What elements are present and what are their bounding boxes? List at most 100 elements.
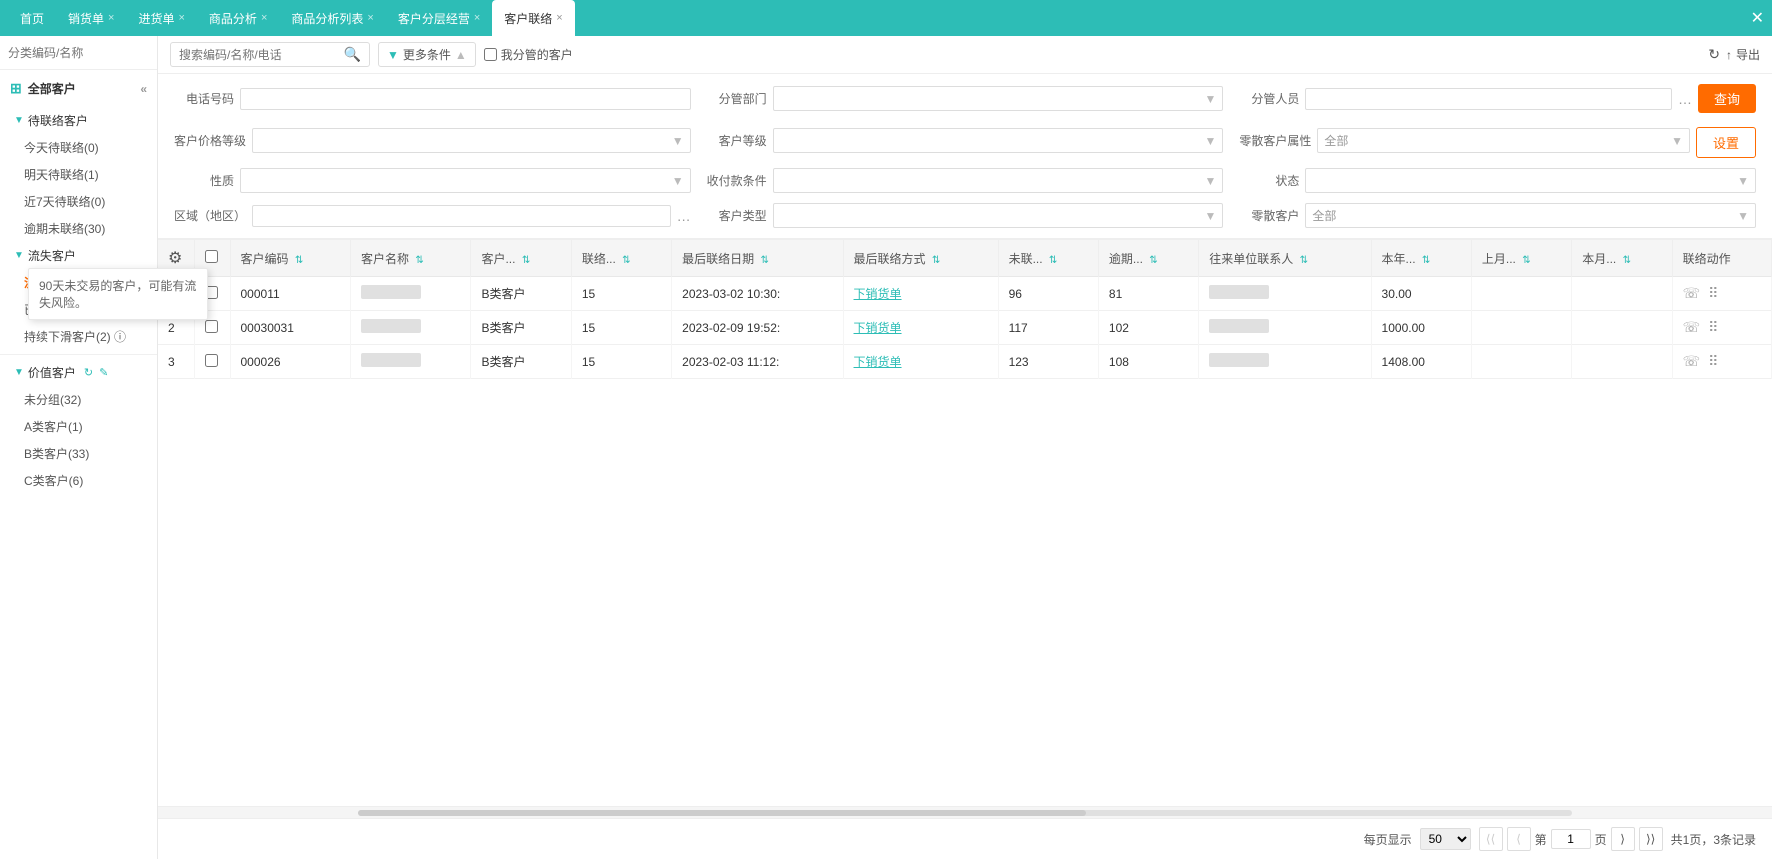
payment-select[interactable]: ▼ — [773, 168, 1224, 193]
sort-name-icon[interactable]: ⇅ — [415, 255, 423, 266]
toolbar-search-icon[interactable]: 🔍 — [344, 46, 361, 63]
page-input[interactable] — [1551, 829, 1591, 849]
nav-tab-analysis[interactable]: 商品分析 × — [197, 0, 279, 36]
filter-button[interactable]: ▼ 更多条件 ▲ — [378, 42, 476, 67]
last-page-button[interactable]: ⟩⟩ — [1639, 827, 1663, 851]
dept-select[interactable]: ▼ — [773, 86, 1224, 111]
customer-level-select[interactable]: ▼ — [773, 128, 1224, 153]
retail-attr-select[interactable]: 全部 ▼ — [1317, 128, 1690, 153]
nav-tab-customer-contact[interactable]: 客户联络 × — [492, 0, 574, 36]
sort-no-contact-icon[interactable]: ⇅ — [1049, 255, 1057, 266]
sort-type-icon[interactable]: ⇅ — [522, 255, 530, 266]
my-customers-checkbox[interactable] — [484, 48, 497, 61]
horizontal-scrollbar[interactable] — [158, 806, 1772, 818]
close-analysis-list-icon[interactable]: × — [367, 12, 373, 24]
sort-code-icon[interactable]: ⇅ — [295, 255, 303, 266]
sidebar-item-c-class[interactable]: C类客户(6) — [0, 467, 157, 494]
close-all-button[interactable]: ✕ — [1751, 8, 1764, 28]
content-area: 🔍 ▼ 更多条件 ▲ 我分管的客户 ↻ ↑ 导出 — [158, 36, 1772, 859]
row3-checkbox-input[interactable] — [205, 354, 218, 367]
edit-value-icon[interactable]: ✎ — [99, 366, 108, 379]
region-dots-icon[interactable]: … — [677, 208, 691, 224]
row2-name — [350, 311, 470, 345]
row1-name — [350, 277, 470, 311]
sidebar-item-week[interactable]: 近7天待联络(0) — [0, 188, 157, 215]
nav-tab-purchase[interactable]: 进货单 × — [126, 0, 196, 36]
row1-type: B类客户 — [471, 277, 571, 311]
next-page-button[interactable]: ⟩ — [1611, 827, 1635, 851]
person-dots-icon[interactable]: … — [1678, 91, 1692, 107]
export-button[interactable]: ↑ 导出 — [1726, 46, 1760, 63]
nature-select[interactable]: ▼ — [240, 168, 691, 193]
table-settings-gear-icon[interactable]: ⚙ — [168, 250, 182, 267]
sort-last-method-icon[interactable]: ⇅ — [932, 255, 940, 266]
search-input[interactable] — [179, 48, 338, 62]
sidebar-group-pending[interactable]: ▼ 待联络客户 — [0, 107, 157, 134]
customer-type-select[interactable]: ▼ — [773, 203, 1224, 228]
sidebar-group-churn[interactable]: ▼ 流失客户 — [0, 242, 157, 269]
row2-last-method: 下销货单 — [843, 311, 998, 345]
close-analysis-icon[interactable]: × — [261, 12, 267, 24]
region-input[interactable] — [252, 205, 671, 227]
my-customers-checkbox-label[interactable]: 我分管的客户 — [484, 46, 573, 63]
row3-more-icon[interactable]: ⠿ — [1708, 353, 1718, 370]
settings-button[interactable]: 设置 — [1696, 127, 1756, 158]
close-customer-segment-icon[interactable]: × — [474, 12, 480, 24]
status-select[interactable]: ▼ — [1305, 168, 1756, 193]
first-page-button[interactable]: ⟨⟨ — [1479, 827, 1503, 851]
table-header-row: ⚙ 客户编码 ⇅ 客户名称 ⇅ 客户... ⇅ 联络... ⇅ 最后联络日期 ⇅… — [158, 240, 1772, 277]
all-customers-header[interactable]: ⊞ 全部客户 « — [0, 74, 157, 103]
sidebar-item-overdue-contact[interactable]: 逾期未联络(30) — [0, 215, 157, 242]
sidebar-search-input[interactable] — [8, 46, 158, 60]
close-customer-contact-icon[interactable]: × — [556, 12, 562, 24]
person-input[interactable] — [1305, 88, 1672, 110]
sidebar-item-tomorrow[interactable]: 明天待联络(1) — [0, 161, 157, 188]
row3-last-method: 下销货单 — [843, 345, 998, 379]
row1-no-contact: 96 — [998, 277, 1098, 311]
query-button[interactable]: 查询 — [1698, 84, 1756, 113]
prev-page-button[interactable]: ⟨ — [1507, 827, 1531, 851]
row3-this-year: 1408.00 — [1371, 345, 1471, 379]
per-page-select[interactable]: 50 10 20 100 — [1420, 828, 1471, 850]
sort-contact-icon[interactable]: ⇅ — [622, 255, 630, 266]
price-level-arrow-icon: ▼ — [672, 134, 684, 148]
select-all-checkbox[interactable] — [205, 250, 218, 263]
row3-method-link[interactable]: 下销货单 — [854, 355, 902, 369]
row1-contact-icon[interactable]: ☏ — [1683, 285, 1701, 302]
row2-checkbox-input[interactable] — [205, 320, 218, 333]
close-sales-icon[interactable]: × — [108, 12, 114, 24]
sidebar-group-value[interactable]: ▼ 价值客户 ↻ ✎ — [0, 359, 157, 386]
row2-more-icon[interactable]: ⠿ — [1708, 319, 1718, 336]
close-purchase-icon[interactable]: × — [178, 12, 184, 24]
nav-tab-customer-segment[interactable]: 客户分层经营 × — [386, 0, 492, 36]
scrollbar-track — [358, 810, 1572, 816]
sidebar-item-today[interactable]: 今天待联络(0) — [0, 134, 157, 161]
phone-input[interactable] — [240, 88, 691, 110]
nav-tab-home[interactable]: 首页 — [8, 0, 56, 36]
refresh-value-icon[interactable]: ↻ — [84, 366, 93, 379]
sidebar-item-persistent[interactable]: 持续下滑客户(2) ⓘ — [0, 323, 157, 350]
sidebar-item-b-class[interactable]: B类客户(33) — [0, 440, 157, 467]
nav-tab-analysis-list[interactable]: 商品分析列表 × — [279, 0, 385, 36]
sort-this-year-icon[interactable]: ⇅ — [1422, 255, 1430, 266]
row1-last-date: 2023-03-02 10:30: — [672, 277, 843, 311]
row2-method-link[interactable]: 下销货单 — [854, 321, 902, 335]
sort-last-date-icon[interactable]: ⇅ — [761, 255, 769, 266]
row1-code: 000011 — [230, 277, 350, 311]
row3-contact-icon[interactable]: ☏ — [1683, 353, 1701, 370]
scrollbar-thumb[interactable] — [358, 810, 1086, 816]
row1-more-icon[interactable]: ⠿ — [1708, 285, 1718, 302]
sort-this-month-icon[interactable]: ⇅ — [1623, 255, 1631, 266]
sidebar-item-unsorted[interactable]: 未分组(32) — [0, 386, 157, 413]
sidebar-item-a-class[interactable]: A类客户(1) — [0, 413, 157, 440]
row2-contact-icon[interactable]: ☏ — [1683, 319, 1701, 336]
row1-method-link[interactable]: 下销货单 — [854, 287, 902, 301]
refresh-icon[interactable]: ↻ — [1708, 46, 1720, 63]
price-level-select[interactable]: ▼ — [252, 128, 691, 153]
sort-unit-contact-icon[interactable]: ⇅ — [1300, 255, 1308, 266]
nav-tab-sales[interactable]: 销货单 × — [56, 0, 126, 36]
retail-select[interactable]: 全部 ▼ — [1305, 203, 1756, 228]
main-layout: 🔍 ⊞ 全部客户 « ▼ 待联络客户 今天待联络(0) 明天待联络(1) 近7天… — [0, 36, 1772, 859]
sort-overdue-icon[interactable]: ⇅ — [1149, 255, 1157, 266]
sort-last-month-icon[interactable]: ⇅ — [1522, 255, 1530, 266]
